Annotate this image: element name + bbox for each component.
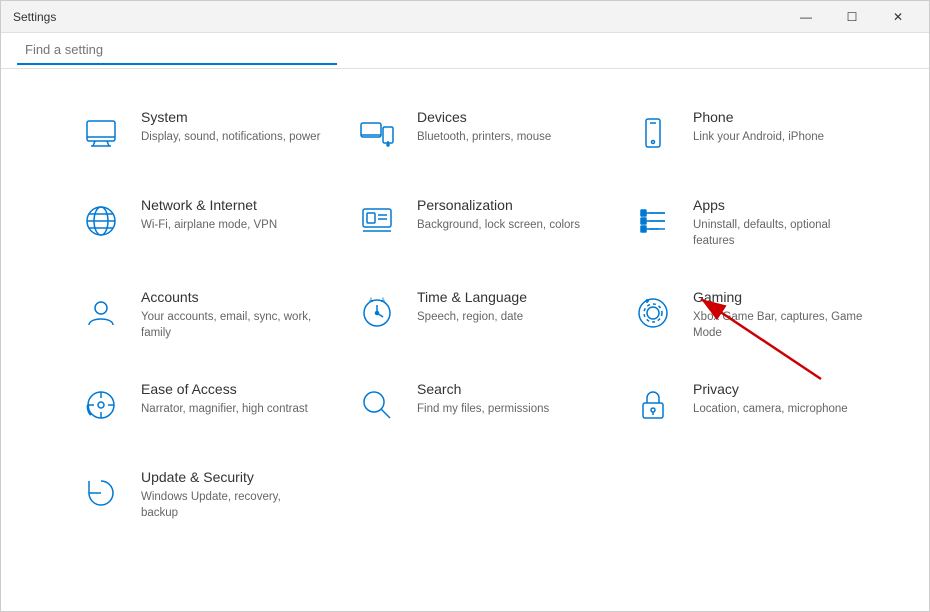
accounts-text: Accounts Your accounts, email, sync, work… [141,289,321,341]
setting-item-accounts[interactable]: Accounts Your accounts, email, sync, work… [61,269,337,361]
ease-title: Ease of Access [141,381,321,397]
apps-desc: Uninstall, defaults, optional features [693,217,873,249]
close-button[interactable]: ✕ [875,1,921,33]
ease-icon [77,381,125,429]
settings-grid: System Display, sound, notifications, pow… [61,89,889,542]
setting-item-update[interactable]: Update & Security Windows Update, recover… [61,449,337,541]
network-desc: Wi-Fi, airplane mode, VPN [141,217,321,233]
personalization-text: Personalization Background, lock screen, … [417,197,597,233]
setting-item-personalization[interactable]: Personalization Background, lock screen, … [337,177,613,269]
setting-item-privacy[interactable]: Privacy Location, camera, microphone [613,361,889,449]
setting-item-devices[interactable]: Devices Bluetooth, printers, mouse [337,89,613,177]
system-desc: Display, sound, notifications, power [141,129,321,145]
svg-text:A: A [369,298,373,304]
phone-title: Phone [693,109,873,125]
update-desc: Windows Update, recovery, backup [141,489,321,521]
accounts-title: Accounts [141,289,321,305]
devices-desc: Bluetooth, printers, mouse [417,129,597,145]
phone-text: Phone Link your Android, iPhone [693,109,873,145]
network-text: Network & Internet Wi-Fi, airplane mode, … [141,197,321,233]
apps-title: Apps [693,197,873,213]
search-bar [1,33,929,69]
window-controls: — ☐ ✕ [783,1,921,33]
gaming-title: Gaming [693,289,873,305]
network-title: Network & Internet [141,197,321,213]
setting-item-ease[interactable]: Ease of Access Narrator, magnifier, high … [61,361,337,449]
phone-desc: Link your Android, iPhone [693,129,873,145]
ease-text: Ease of Access Narrator, magnifier, high … [141,381,321,417]
devices-text: Devices Bluetooth, printers, mouse [417,109,597,145]
personalization-title: Personalization [417,197,597,213]
time-title: Time & Language [417,289,597,305]
maximize-button[interactable]: ☐ [829,1,875,33]
privacy-desc: Location, camera, microphone [693,401,873,417]
svg-text:A: A [381,298,385,304]
personalization-icon [353,197,401,245]
update-title: Update & Security [141,469,321,485]
search-input[interactable] [17,37,337,65]
system-icon [77,109,125,157]
titlebar: Settings — ☐ ✕ [1,1,929,33]
gaming-text: Gaming Xbox Game Bar, captures, Game Mode [693,289,873,341]
search-text: Search Find my files, permissions [417,381,597,417]
gaming-desc: Xbox Game Bar, captures, Game Mode [693,309,873,341]
setting-item-search[interactable]: Search Find my files, permissions [337,361,613,449]
personalization-desc: Background, lock screen, colors [417,217,597,233]
system-text: System Display, sound, notifications, pow… [141,109,321,145]
setting-item-phone[interactable]: Phone Link your Android, iPhone [613,89,889,177]
privacy-text: Privacy Location, camera, microphone [693,381,873,417]
time-desc: Speech, region, date [417,309,597,325]
setting-item-system[interactable]: System Display, sound, notifications, pow… [61,89,337,177]
devices-title: Devices [417,109,597,125]
devices-icon [353,109,401,157]
window-title: Settings [13,10,56,24]
privacy-title: Privacy [693,381,873,397]
time-text: Time & Language Speech, region, date [417,289,597,325]
phone-icon [629,109,677,157]
update-text: Update & Security Windows Update, recover… [141,469,321,521]
apps-text: Apps Uninstall, defaults, optional featur… [693,197,873,249]
ease-desc: Narrator, magnifier, high contrast [141,401,321,417]
search-icon [353,381,401,429]
time-icon: A A [353,289,401,337]
network-icon [77,197,125,245]
accounts-desc: Your accounts, email, sync, work, family [141,309,321,341]
setting-item-apps[interactable]: Apps Uninstall, defaults, optional featur… [613,177,889,269]
privacy-icon [629,381,677,429]
search-title: Search [417,381,597,397]
setting-item-network[interactable]: Network & Internet Wi-Fi, airplane mode, … [61,177,337,269]
gaming-icon [629,289,677,337]
update-icon [77,469,125,517]
accounts-icon [77,289,125,337]
apps-icon [629,197,677,245]
minimize-button[interactable]: — [783,1,829,33]
setting-item-gaming[interactable]: Gaming Xbox Game Bar, captures, Game Mode [613,269,889,361]
setting-item-time[interactable]: A A Time & Language Speech, region, date [337,269,613,361]
system-title: System [141,109,321,125]
settings-content: System Display, sound, notifications, pow… [1,69,929,611]
search-desc: Find my files, permissions [417,401,597,417]
settings-window: Settings — ☐ ✕ System Display, sound, not… [0,0,930,612]
